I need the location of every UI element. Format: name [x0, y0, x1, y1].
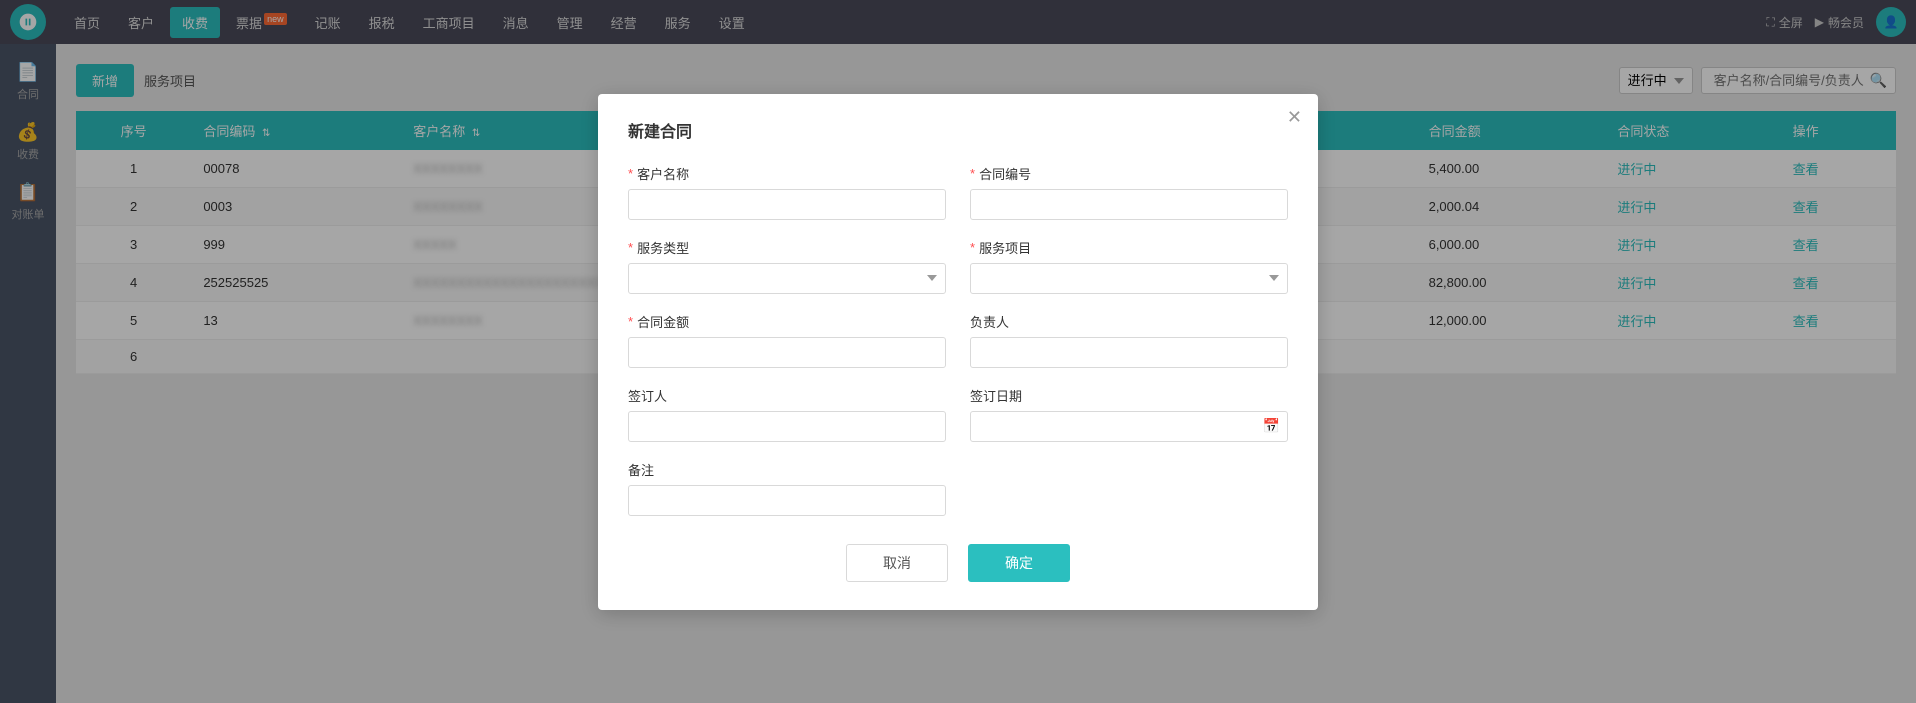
service-item-group: * 服务项目	[970, 238, 1288, 294]
dialog-close-button[interactable]: ✕	[1287, 108, 1302, 126]
service-item-select[interactable]	[970, 263, 1288, 294]
owner-group: 负责人	[970, 312, 1288, 368]
remark-group: 备注	[628, 460, 946, 516]
service-type-select[interactable]	[628, 263, 946, 294]
owner-input[interactable]	[970, 337, 1288, 368]
owner-label: 负责人	[970, 312, 1288, 331]
contract-no-input[interactable]	[970, 189, 1288, 220]
dialog-title: 新建合同	[628, 118, 1288, 142]
contract-no-label: * 合同编号	[970, 164, 1288, 183]
required-star: *	[970, 166, 975, 181]
service-item-label: * 服务项目	[970, 238, 1288, 257]
form-row-4: 签订人 签订日期 2023-06-06 📅	[628, 386, 1288, 442]
amount-input[interactable]: 0.00	[628, 337, 946, 368]
customer-name-group: * 客户名称	[628, 164, 946, 220]
dialog-footer: 取消 确定	[628, 544, 1288, 582]
remark-label: 备注	[628, 460, 946, 479]
signer-input[interactable]	[628, 411, 946, 442]
form-row-5: 备注	[628, 460, 1288, 516]
required-star: *	[628, 166, 633, 181]
service-item-select-wrap	[970, 263, 1288, 294]
required-star: *	[628, 240, 633, 255]
modal-overlay[interactable]: 新建合同 ✕ * 客户名称 * 合同编号	[0, 0, 1916, 703]
sign-date-wrap: 2023-06-06 📅	[970, 411, 1288, 442]
sign-date-group: 签订日期 2023-06-06 📅	[970, 386, 1288, 442]
service-type-select-wrap	[628, 263, 946, 294]
signer-label: 签订人	[628, 386, 946, 405]
amount-group: * 合同金额 0.00	[628, 312, 946, 368]
contract-no-group: * 合同编号	[970, 164, 1288, 220]
form-row-2: * 服务类型 * 服务项目	[628, 238, 1288, 294]
amount-label: * 合同金额	[628, 312, 946, 331]
remark-input[interactable]	[628, 485, 946, 516]
form-row-1: * 客户名称 * 合同编号	[628, 164, 1288, 220]
signer-group: 签订人	[628, 386, 946, 442]
new-contract-dialog: 新建合同 ✕ * 客户名称 * 合同编号	[598, 94, 1318, 610]
service-type-group: * 服务类型	[628, 238, 946, 294]
required-star: *	[628, 314, 633, 329]
calendar-icon[interactable]: 📅	[1263, 418, 1280, 435]
sign-date-label: 签订日期	[970, 386, 1288, 405]
sign-date-input[interactable]: 2023-06-06	[970, 411, 1288, 442]
required-star: *	[970, 240, 975, 255]
service-type-label: * 服务类型	[628, 238, 946, 257]
confirm-button[interactable]: 确定	[968, 544, 1070, 582]
cancel-button[interactable]: 取消	[846, 544, 948, 582]
customer-name-input[interactable]	[628, 189, 946, 220]
form-row-3: * 合同金额 0.00 负责人	[628, 312, 1288, 368]
customer-name-label: * 客户名称	[628, 164, 946, 183]
